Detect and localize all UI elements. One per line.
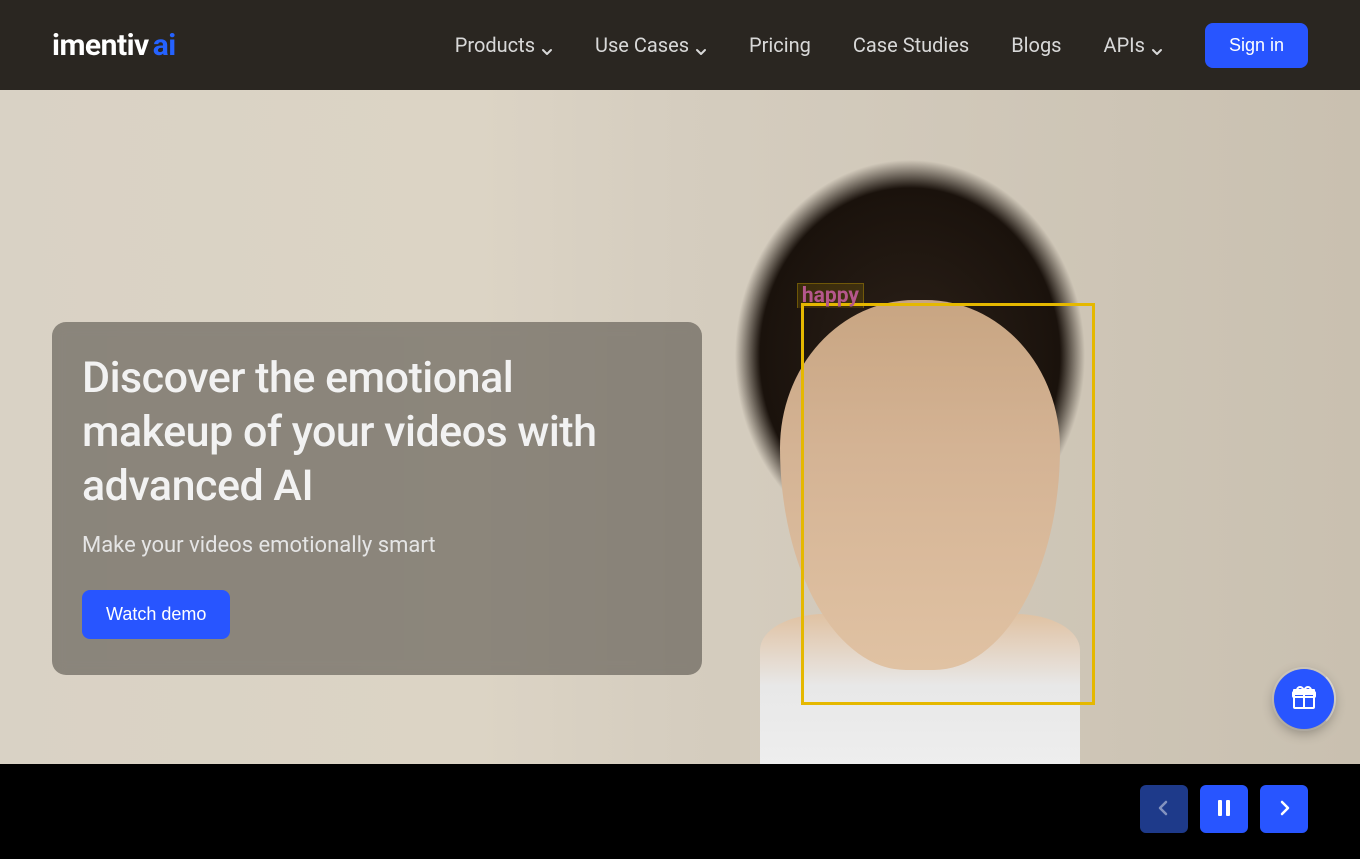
carousel-pause-button[interactable] [1200,785,1248,833]
logo-text-secondary: ai [153,28,176,63]
carousel-next-button[interactable] [1260,785,1308,833]
hero-title: Discover the emotional makeup of your vi… [82,352,672,513]
gift-fab-button[interactable] [1274,669,1334,729]
carousel-controls [1140,785,1308,833]
nav-case-studies[interactable]: Case Studies [853,33,969,57]
nav-use-cases-label: Use Cases [595,33,689,57]
hero-subtitle: Make your videos emotionally smart [82,533,672,558]
site-header: imentiv ai Products Use Cases Pricing Ca… [0,0,1360,90]
nav-apis[interactable]: APIs [1104,33,1163,57]
logo-text-primary: imentiv [52,28,149,63]
hero-card: Discover the emotional makeup of your vi… [52,322,702,675]
nav-pricing-label: Pricing [749,33,811,57]
nav-products[interactable]: Products [455,33,553,57]
emotion-detection-label: happy [797,283,864,308]
chevron-down-icon [695,39,707,51]
chevron-down-icon [541,39,553,51]
carousel-prev-button[interactable] [1140,785,1188,833]
nav-case-studies-label: Case Studies [853,33,969,57]
chevron-right-icon [1275,799,1293,820]
main-nav: Products Use Cases Pricing Case Studies … [455,23,1308,68]
watch-demo-button[interactable]: Watch demo [82,590,230,639]
nav-blogs-label: Blogs [1011,33,1061,57]
sign-in-button[interactable]: Sign in [1205,23,1308,68]
nav-apis-label: APIs [1104,33,1145,57]
hero-section: happy Discover the emotional makeup of y… [0,90,1360,764]
chevron-down-icon [1151,39,1163,51]
logo[interactable]: imentiv ai [52,28,176,63]
nav-use-cases[interactable]: Use Cases [595,33,707,57]
nav-blogs[interactable]: Blogs [1011,33,1061,57]
nav-pricing[interactable]: Pricing [749,33,811,57]
chevron-left-icon [1155,799,1173,820]
bottom-bar [0,764,1360,859]
gift-icon [1290,684,1318,715]
nav-products-label: Products [455,33,535,57]
pause-icon [1216,799,1232,820]
face-detection-box [801,303,1095,705]
